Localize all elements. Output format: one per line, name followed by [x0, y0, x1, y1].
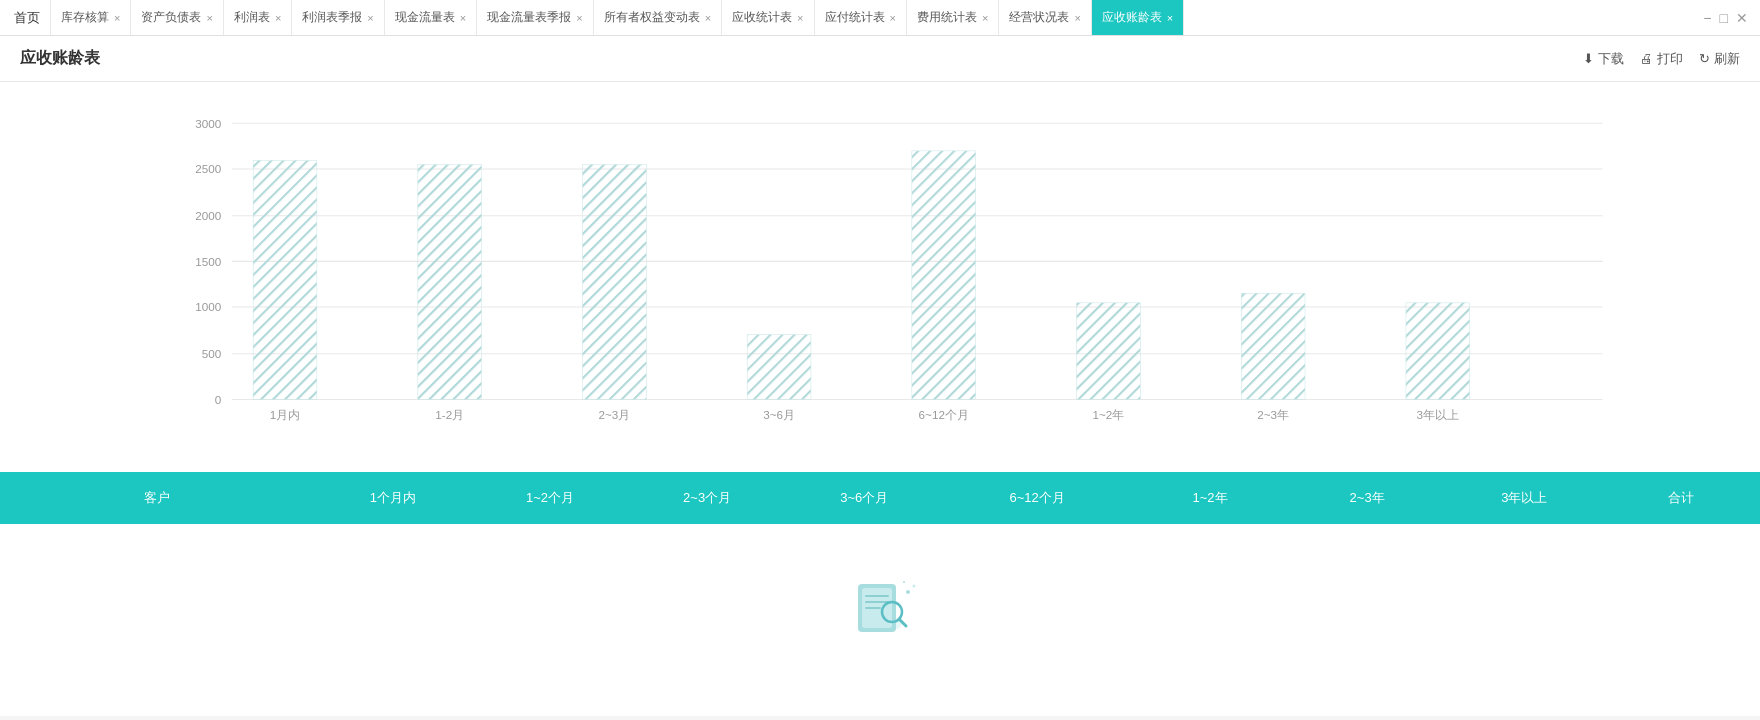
tab-close-cashflow-quarter[interactable]: × [576, 12, 582, 24]
table-header-1~2年: 1~2年 [1131, 489, 1288, 507]
tab-close-profit-quarter[interactable]: × [367, 12, 373, 24]
tab-close-equity[interactable]: × [705, 12, 711, 24]
table-header-1个月内: 1个月内 [314, 489, 471, 507]
bar-chart: 3000 2500 2000 1500 1000 500 0 [30, 102, 1730, 442]
svg-text:1~2年: 1~2年 [1093, 408, 1125, 421]
tab-bar: 首页库存核算×资产负债表×利润表×利润表季报×现金流量表×现金流量表季报×所有者… [0, 0, 1760, 36]
svg-point-33 [903, 581, 905, 583]
table-header-6~12个月: 6~12个月 [943, 489, 1132, 507]
maximize-icon[interactable]: □ [1720, 10, 1728, 26]
svg-text:2500: 2500 [195, 162, 221, 175]
bar-2-3month [583, 165, 647, 400]
tab-close-expense-stat[interactable]: × [982, 12, 988, 24]
bar-3-6month [747, 335, 811, 400]
bar-6-12month [912, 151, 976, 400]
svg-text:2~3月: 2~3月 [598, 408, 630, 421]
tab-ar-aging[interactable]: 应收账龄表× [1092, 0, 1184, 36]
table-header: 客户1个月内1~2个月2~3个月3~6个月6~12个月1~2年2~3年3年以上合… [0, 472, 1760, 524]
svg-point-32 [913, 585, 916, 588]
tab-close-inventory[interactable]: × [114, 12, 120, 24]
tab-inventory[interactable]: 库存核算× [51, 0, 131, 36]
bar-3year-plus [1406, 303, 1470, 400]
print-icon: 🖨 [1640, 51, 1653, 66]
print-button[interactable]: 🖨 打印 [1640, 50, 1683, 68]
bar-1month [253, 160, 317, 399]
svg-text:1-2月: 1-2月 [435, 408, 464, 421]
table-header-客户: 客户 [0, 489, 314, 507]
bar-1-2year [1077, 303, 1141, 400]
download-icon: ⬇ [1583, 51, 1594, 66]
tab-profit[interactable]: 利润表× [224, 0, 292, 36]
tab-balance[interactable]: 资产负债表× [131, 0, 223, 36]
tab-close-profit[interactable]: × [275, 12, 281, 24]
tab-close-balance[interactable]: × [206, 12, 212, 24]
tab-home[interactable]: 首页 [4, 0, 51, 36]
tab-profit-quarter[interactable]: 利润表季报× [292, 0, 384, 36]
tab-close-ar-aging[interactable]: × [1167, 12, 1173, 24]
table-header-合计: 合计 [1603, 489, 1760, 507]
tab-cashflow[interactable]: 现金流量表× [385, 0, 477, 36]
empty-state [0, 524, 1760, 684]
table-header-1~2个月: 1~2个月 [471, 489, 628, 507]
table-header-2~3年: 2~3年 [1289, 489, 1446, 507]
tab-equity[interactable]: 所有者权益变动表× [594, 0, 722, 36]
svg-text:3000: 3000 [195, 117, 221, 130]
tab-operation[interactable]: 经营状况表× [999, 0, 1091, 36]
bar-1-2month [418, 165, 482, 400]
svg-text:500: 500 [202, 347, 222, 360]
page-actions: ⬇ 下载 🖨 打印 ↻ 刷新 [1583, 50, 1740, 68]
minimize-icon[interactable]: − [1703, 10, 1711, 26]
table-header-2~3个月: 2~3个月 [629, 489, 786, 507]
svg-text:1500: 1500 [195, 255, 221, 268]
tab-ap-stat[interactable]: 应付统计表× [815, 0, 907, 36]
tab-close-operation[interactable]: × [1074, 12, 1080, 24]
svg-text:3~6月: 3~6月 [763, 408, 795, 421]
svg-text:1月内: 1月内 [270, 408, 301, 421]
svg-point-31 [906, 590, 910, 594]
tab-close-ar-stat[interactable]: × [797, 12, 803, 24]
tab-ar-stat[interactable]: 应收统计表× [722, 0, 814, 36]
refresh-button[interactable]: ↻ 刷新 [1699, 50, 1740, 68]
svg-text:2000: 2000 [195, 209, 221, 222]
table-header-3年以上: 3年以上 [1446, 489, 1603, 507]
svg-text:0: 0 [215, 393, 222, 406]
download-button[interactable]: ⬇ 下载 [1583, 50, 1624, 68]
svg-text:6~12个月: 6~12个月 [919, 408, 969, 421]
svg-text:1000: 1000 [195, 300, 221, 313]
page-title: 应收账龄表 [20, 48, 100, 69]
tab-cashflow-quarter[interactable]: 现金流量表季报× [477, 0, 593, 36]
chart-area: 3000 2500 2000 1500 1000 500 0 [0, 82, 1760, 472]
tab-bar-actions: − □ ✕ [1703, 10, 1756, 26]
chart-svg-container: 3000 2500 2000 1500 1000 500 0 [30, 102, 1730, 442]
empty-icon [830, 564, 930, 644]
svg-text:3年以上: 3年以上 [1417, 408, 1460, 421]
tab-close-ap-stat[interactable]: × [890, 12, 896, 24]
svg-text:2~3年: 2~3年 [1257, 408, 1289, 421]
refresh-icon: ↻ [1699, 51, 1710, 66]
close-window-icon[interactable]: ✕ [1736, 10, 1748, 26]
main-content: 3000 2500 2000 1500 1000 500 0 [0, 82, 1760, 716]
page-header: 应收账龄表 ⬇ 下载 🖨 打印 ↻ 刷新 [0, 36, 1760, 82]
table-header-3~6个月: 3~6个月 [786, 489, 943, 507]
bar-2-3year [1241, 293, 1305, 399]
tab-close-cashflow[interactable]: × [460, 12, 466, 24]
tab-expense-stat[interactable]: 费用统计表× [907, 0, 999, 36]
